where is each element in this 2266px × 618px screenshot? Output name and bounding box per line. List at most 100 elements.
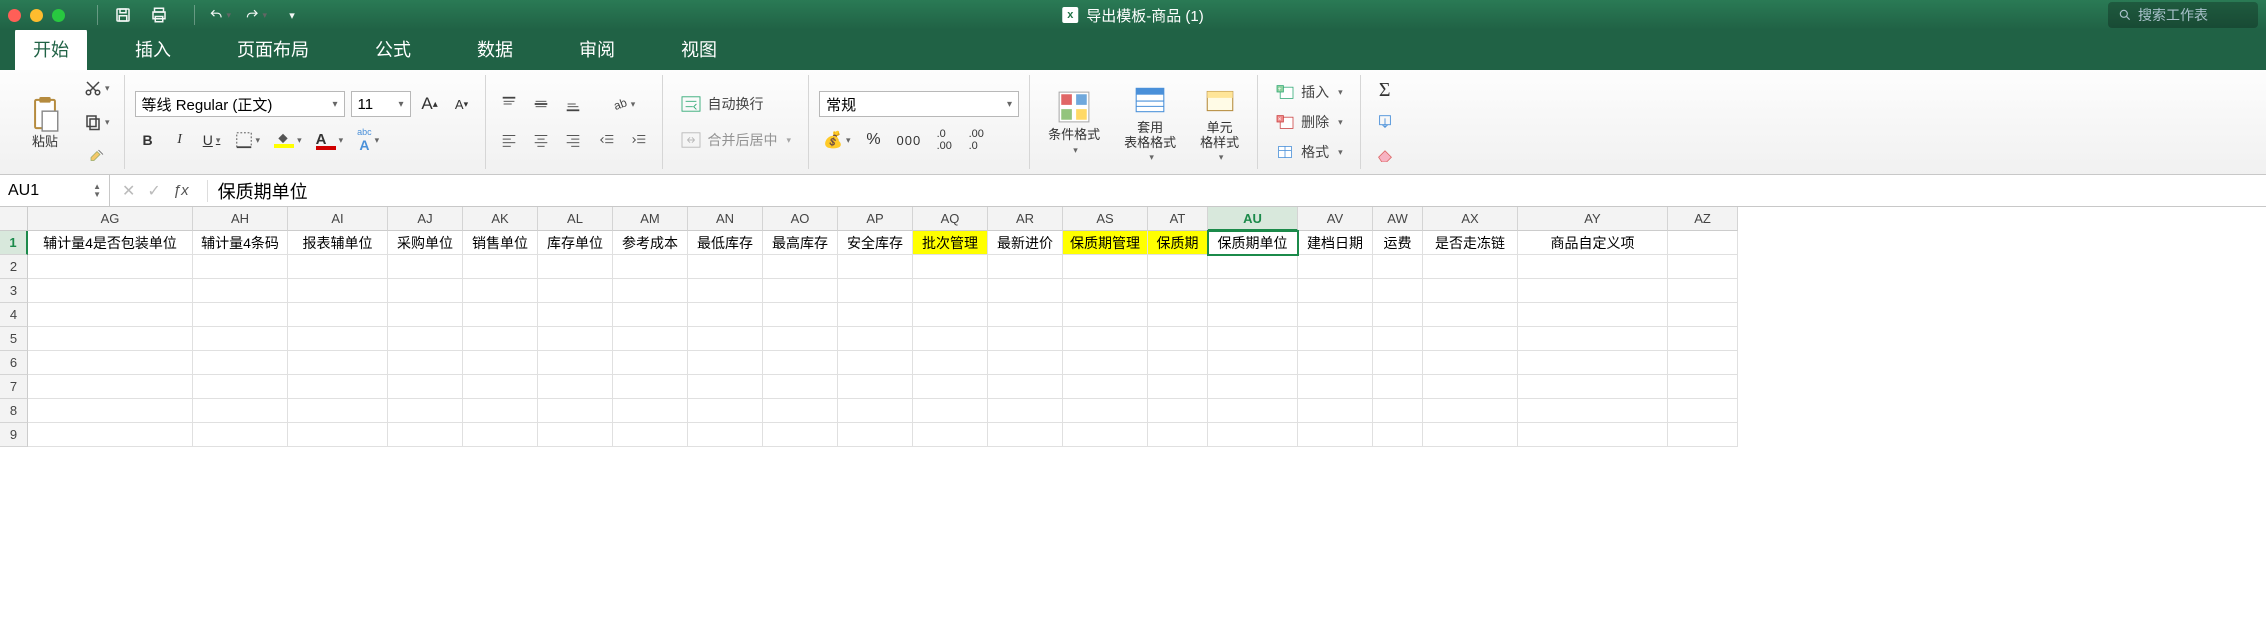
cell[interactable]: [913, 303, 988, 327]
cell[interactable]: [1373, 279, 1423, 303]
cell[interactable]: [1373, 255, 1423, 279]
cell[interactable]: [988, 351, 1063, 375]
cell[interactable]: [988, 279, 1063, 303]
cell[interactable]: [463, 279, 538, 303]
cell[interactable]: [913, 375, 988, 399]
cell[interactable]: [193, 303, 288, 327]
insert-cells-button[interactable]: + 插入: [1268, 79, 1350, 105]
align-right-button[interactable]: [560, 127, 586, 153]
wrap-text-button[interactable]: 自动换行: [673, 91, 771, 117]
font-size-combo[interactable]: 11▾: [351, 91, 411, 117]
cell[interactable]: [988, 327, 1063, 351]
cell[interactable]: [1518, 423, 1668, 447]
cell[interactable]: [1298, 255, 1373, 279]
cell[interactable]: [1298, 351, 1373, 375]
cell[interactable]: [1518, 303, 1668, 327]
cell[interactable]: 报表辅单位: [288, 231, 388, 255]
cell[interactable]: [28, 375, 193, 399]
cell[interactable]: [688, 351, 763, 375]
column-header[interactable]: AN: [688, 207, 763, 231]
cell[interactable]: [688, 279, 763, 303]
cell[interactable]: 最新进价: [988, 231, 1063, 255]
cell[interactable]: [1208, 255, 1298, 279]
font-color-button[interactable]: A: [312, 127, 348, 153]
cell[interactable]: [538, 327, 613, 351]
cell[interactable]: 保质期管理: [1063, 231, 1148, 255]
ribbon-tab-5[interactable]: 审阅: [561, 28, 633, 70]
ribbon-tab-4[interactable]: 数据: [459, 28, 531, 70]
column-header[interactable]: AJ: [388, 207, 463, 231]
cell[interactable]: [1298, 375, 1373, 399]
cell[interactable]: [1423, 255, 1518, 279]
cell[interactable]: [1063, 399, 1148, 423]
cell[interactable]: [763, 327, 838, 351]
row-headers[interactable]: 123456789: [0, 231, 28, 618]
cell[interactable]: [838, 255, 913, 279]
cell[interactable]: [1148, 279, 1208, 303]
cell[interactable]: [838, 375, 913, 399]
decrease-font-button[interactable]: A▾: [449, 91, 475, 117]
align-bottom-button[interactable]: [560, 91, 586, 117]
ribbon-tab-6[interactable]: 视图: [663, 28, 735, 70]
cell[interactable]: [1063, 303, 1148, 327]
cell[interactable]: [1668, 255, 1738, 279]
cell[interactable]: [1518, 327, 1668, 351]
fill-color-button[interactable]: [270, 127, 306, 153]
cell[interactable]: [388, 399, 463, 423]
cell[interactable]: [28, 255, 193, 279]
cell[interactable]: 商品自定义项: [1518, 231, 1668, 255]
cell[interactable]: [1423, 351, 1518, 375]
cell[interactable]: 最低库存: [688, 231, 763, 255]
cell[interactable]: [1668, 351, 1738, 375]
cell[interactable]: 保质期单位: [1208, 231, 1298, 255]
cell[interactable]: [538, 423, 613, 447]
format-cells-button[interactable]: 格式: [1268, 139, 1350, 165]
cancel-formula-button[interactable]: ✕: [122, 181, 135, 201]
column-header[interactable]: AW: [1373, 207, 1423, 231]
print-icon[interactable]: [148, 4, 170, 26]
cell[interactable]: [538, 351, 613, 375]
cell[interactable]: [613, 423, 688, 447]
cells-area[interactable]: 辅计量4是否包装单位辅计量4条码报表辅单位采购单位销售单位库存单位参考成本最低库…: [28, 231, 2266, 618]
cell[interactable]: [388, 327, 463, 351]
cell[interactable]: [613, 375, 688, 399]
cell[interactable]: [193, 279, 288, 303]
cell[interactable]: [1298, 399, 1373, 423]
font-name-combo[interactable]: 等线 Regular (正文)▾: [135, 91, 345, 117]
cell[interactable]: [763, 375, 838, 399]
cell[interactable]: [1148, 399, 1208, 423]
merge-center-button[interactable]: 合并后居中: [673, 127, 799, 153]
cell[interactable]: [688, 303, 763, 327]
cell[interactable]: [28, 279, 193, 303]
cell[interactable]: [1668, 423, 1738, 447]
cell[interactable]: [288, 255, 388, 279]
cell[interactable]: [1668, 399, 1738, 423]
cell[interactable]: [1668, 375, 1738, 399]
cell[interactable]: [538, 375, 613, 399]
search-sheet-box[interactable]: 搜索工作表: [2108, 2, 2258, 28]
cell[interactable]: [463, 423, 538, 447]
close-window-button[interactable]: [8, 9, 21, 22]
cell[interactable]: [1518, 255, 1668, 279]
cell[interactable]: [913, 255, 988, 279]
column-header[interactable]: AZ: [1668, 207, 1738, 231]
cell[interactable]: [1668, 279, 1738, 303]
column-header[interactable]: AL: [538, 207, 613, 231]
cell[interactable]: 运费: [1373, 231, 1423, 255]
cell[interactable]: [1208, 375, 1298, 399]
cell[interactable]: [613, 399, 688, 423]
cell[interactable]: [388, 255, 463, 279]
cell[interactable]: [763, 279, 838, 303]
undo-button[interactable]: [209, 4, 231, 26]
cell[interactable]: [913, 327, 988, 351]
cell[interactable]: [688, 375, 763, 399]
format-as-table-button[interactable]: 套用 表格格式: [1116, 77, 1184, 168]
cell[interactable]: [1423, 327, 1518, 351]
cell[interactable]: [1373, 351, 1423, 375]
cell[interactable]: [913, 279, 988, 303]
cell[interactable]: [193, 399, 288, 423]
align-center-button[interactable]: [528, 127, 554, 153]
column-header[interactable]: AS: [1063, 207, 1148, 231]
cell[interactable]: [193, 255, 288, 279]
cell[interactable]: [288, 399, 388, 423]
